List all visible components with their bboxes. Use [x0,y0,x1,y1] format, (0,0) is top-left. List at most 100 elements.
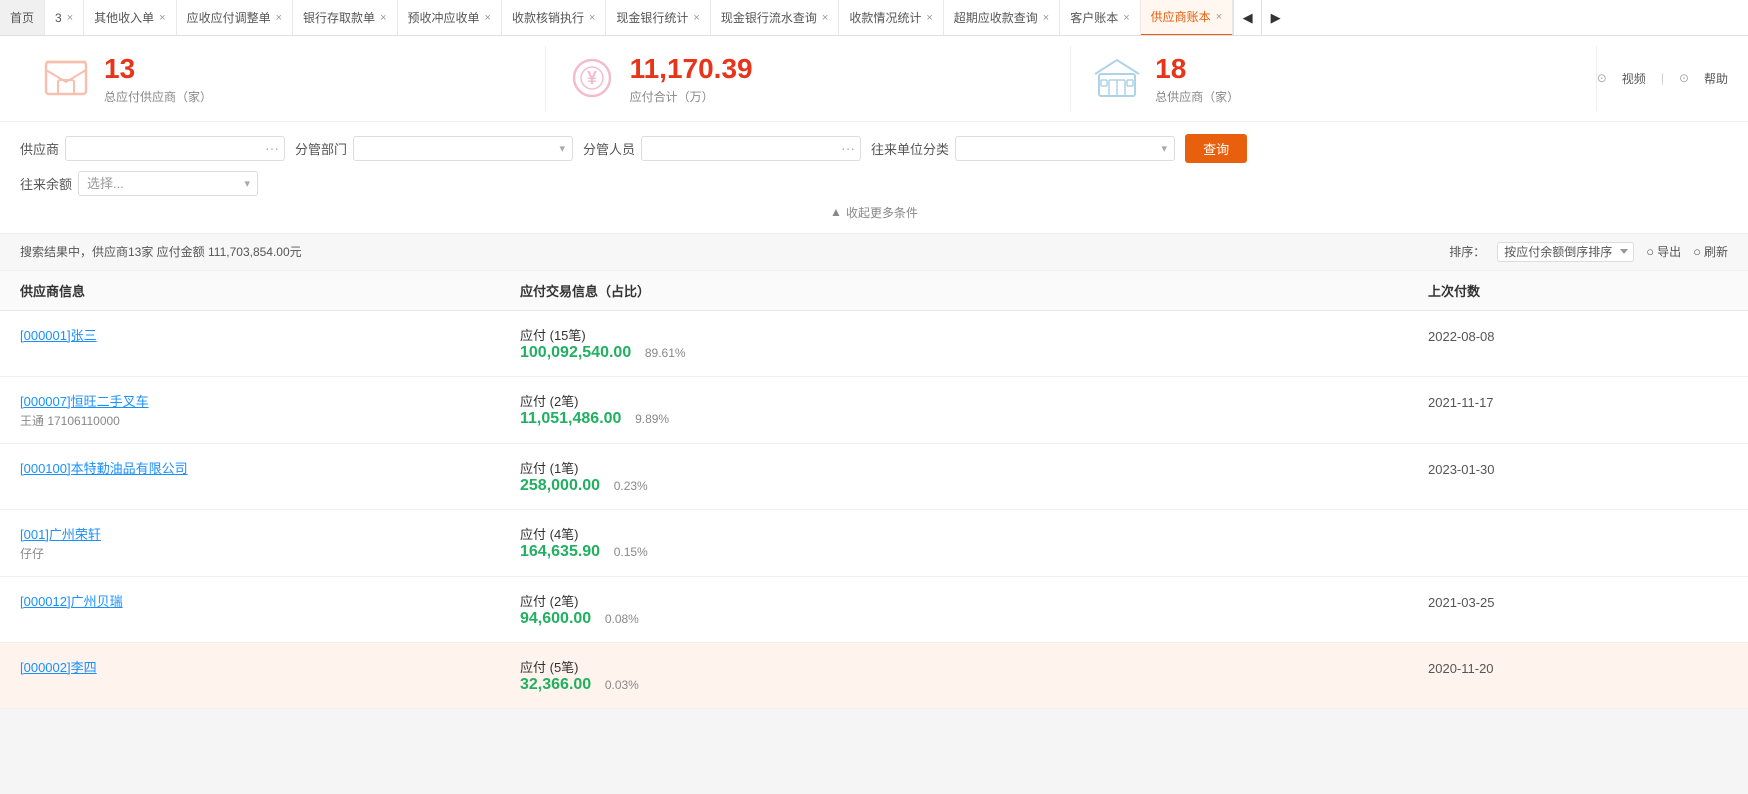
supplier-link-3[interactable]: [000100]本特勤油品有限公司 [20,461,188,476]
nav-tab-advance-write[interactable]: 预收冲应收单 × [398,0,502,36]
close-icon[interactable]: × [67,12,73,24]
close-icon[interactable]: × [485,12,491,24]
supplier-link-4[interactable]: [001]广州荣轩 [20,527,101,542]
nav-tab-customer-account[interactable]: 客户账本 × [1060,0,1140,36]
transaction-percent-2: 9.89% [635,412,669,426]
nav-tab-supplier-account[interactable]: 供应商账本 × [1141,0,1233,36]
close-icon[interactable]: × [926,12,932,24]
close-icon[interactable]: × [822,12,828,24]
close-icon[interactable]: × [159,12,165,24]
transaction-amount-4: 164,635.90 [520,543,600,560]
svg-text:¥: ¥ [587,68,597,88]
refresh-icon: ○ [1693,244,1701,259]
total-payable-suppliers-count: 13 [104,52,212,86]
transaction-label-4: 应付 (4笔) [520,524,1428,543]
search-button[interactable]: 查询 [1185,134,1247,163]
nav-tab-receipt-stat[interactable]: 收款情况统计 × [839,0,943,36]
filter-row-1: 供应商 ··· 分管部门 ▾ 分管人员 ··· [20,134,1728,163]
transaction-amount-6: 32,366.00 [520,676,591,693]
supplier-cell-1: [000001]张三 [20,325,520,344]
tab-3-label: 3 [55,11,62,25]
nav-next-arrow[interactable]: ▶ [1261,0,1289,36]
other-income-label: 其他收入单 [94,9,154,26]
supplier-sub-2: 王通 17106110000 [20,412,520,429]
supplier-filter: 供应商 ··· [20,136,285,161]
supplier-cell-6: [000002]李四 [20,657,520,676]
nav-tab-receipt-verify[interactable]: 收款核销执行 × [502,0,606,36]
transaction-cell-4: 应付 (4笔) 164,635.90 0.15% [520,524,1428,561]
last-payment-4 [1428,524,1728,528]
transaction-percent-6: 0.03% [605,678,639,692]
balance-label: 往来余额 [20,174,72,193]
close-icon[interactable]: × [276,12,282,24]
summary-card-total-suppliers: 18 总供应商（家） [1071,46,1597,111]
ap-adjust-label: 应收应付调整单 [187,9,271,26]
receipt-stat-label: 收款情况统计 [849,9,921,26]
supplier-link-2[interactable]: [000007]恒旺二手叉车 [20,394,149,409]
close-icon[interactable]: × [589,12,595,24]
nav-tab-home[interactable]: 首页 [0,0,45,36]
table-row: [000001]张三 应付 (15笔) 100,092,540.00 89.61… [0,311,1748,377]
amount-icon: ¥ [566,52,618,104]
receipt-verify-label: 收款核销执行 [512,9,584,26]
nav-tab-ap-adjust[interactable]: 应收应付调整单 × [177,0,293,36]
supplier-account-label: 供应商账本 [1151,8,1211,25]
export-button[interactable]: ○ 导出 [1646,243,1681,260]
nav-tab-3[interactable]: 3 × [45,0,84,36]
transaction-amount-3: 258,000.00 [520,477,600,494]
close-icon[interactable]: × [1216,11,1222,23]
supplier-input[interactable] [65,136,285,161]
close-icon[interactable]: × [1123,12,1129,24]
total-suppliers-count: 18 [1155,52,1239,86]
col-supplier-info: 供应商信息 [20,281,520,300]
nav-tab-cash-bank-flow[interactable]: 现金银行流水查询 × [711,0,839,36]
person-input[interactable] [641,136,861,161]
nav-tab-cash-bank-stat[interactable]: 现金银行统计 × [606,0,710,36]
nav-tab-bank-deposit[interactable]: 银行存取款单 × [293,0,397,36]
transaction-label-5: 应付 (2笔) [520,591,1428,610]
dept-select[interactable] [353,136,573,161]
close-icon[interactable]: × [693,12,699,24]
supplier-cell-4: [001]广州荣轩 仔仔 [20,524,520,562]
transaction-cell-3: 应付 (1笔) 258,000.00 0.23% [520,458,1428,495]
card1-info: 13 总应付供应商（家） [104,52,212,105]
table-row: [000007]恒旺二手叉车 王通 17106110000 应付 (2笔) 11… [0,377,1748,444]
transaction-percent-3: 0.23% [614,479,648,493]
last-payment-2: 2021-11-17 [1428,391,1728,410]
help-links: ⊙ 视频 | ⊙ 帮助 [1597,70,1728,87]
supplier-sub-4: 仔仔 [20,545,520,562]
transaction-amount-5: 94,600.00 [520,610,591,627]
help-link[interactable]: 帮助 [1704,70,1728,87]
close-icon[interactable]: × [1043,12,1049,24]
summary-card-suppliers: 13 总应付供应商（家） [20,46,546,111]
result-bar: 搜索结果中，供应商13家 应付金额 111,703,854.00元 排序： 按应… [0,234,1748,271]
table-body: [000001]张三 应付 (15笔) 100,092,540.00 89.61… [0,311,1748,709]
nav-tab-other-income[interactable]: 其他收入单 × [84,0,176,36]
cash-bank-stat-label: 现金银行统计 [616,9,688,26]
balance-select[interactable]: 选择... [78,171,258,196]
sort-select[interactable]: 按应付余额倒序排序 [1497,242,1634,262]
last-payment-6: 2020-11-20 [1428,657,1728,676]
top-nav: 首页 3 × 其他收入单 × 应收应付调整单 × 银行存取款单 × 预收冲应收单… [0,0,1748,36]
col-transaction-info: 应付交易信息（占比） [520,281,1428,300]
supplier-cell-3: [000100]本特勤油品有限公司 [20,458,520,477]
supplier-cell-5: [000012]广州贝瑞 [20,591,520,610]
table-row: [000002]李四 应付 (5笔) 32,366.00 0.03% 2020-… [0,643,1748,709]
nav-prev-arrow[interactable]: ◀ [1233,0,1261,36]
table-row: [001]广州荣轩 仔仔 应付 (4笔) 164,635.90 0.15% [0,510,1748,577]
video-link[interactable]: 视频 [1622,70,1646,87]
close-icon[interactable]: × [380,12,386,24]
transaction-percent-5: 0.08% [605,612,639,626]
transaction-percent-1: 89.61% [645,346,686,360]
supplier-link-6[interactable]: [000002]李四 [20,660,97,675]
balance-select-wrapper: 选择... ▾ [78,171,258,196]
result-actions: 排序： 按应付余额倒序排序 ○ 导出 ○ 刷新 [1449,242,1728,262]
supplier-link-1[interactable]: [000001]张三 [20,328,97,343]
card3-info: 18 总供应商（家） [1155,52,1239,105]
refresh-button[interactable]: ○ 刷新 [1693,243,1728,260]
transaction-label-2: 应付 (2笔) [520,391,1428,410]
collapse-button[interactable]: ▲ 收起更多条件 [830,204,918,221]
supplier-link-5[interactable]: [000012]广州贝瑞 [20,594,123,609]
category-select[interactable] [955,136,1175,161]
nav-tab-overdue-query[interactable]: 超期应收款查询 × [944,0,1060,36]
